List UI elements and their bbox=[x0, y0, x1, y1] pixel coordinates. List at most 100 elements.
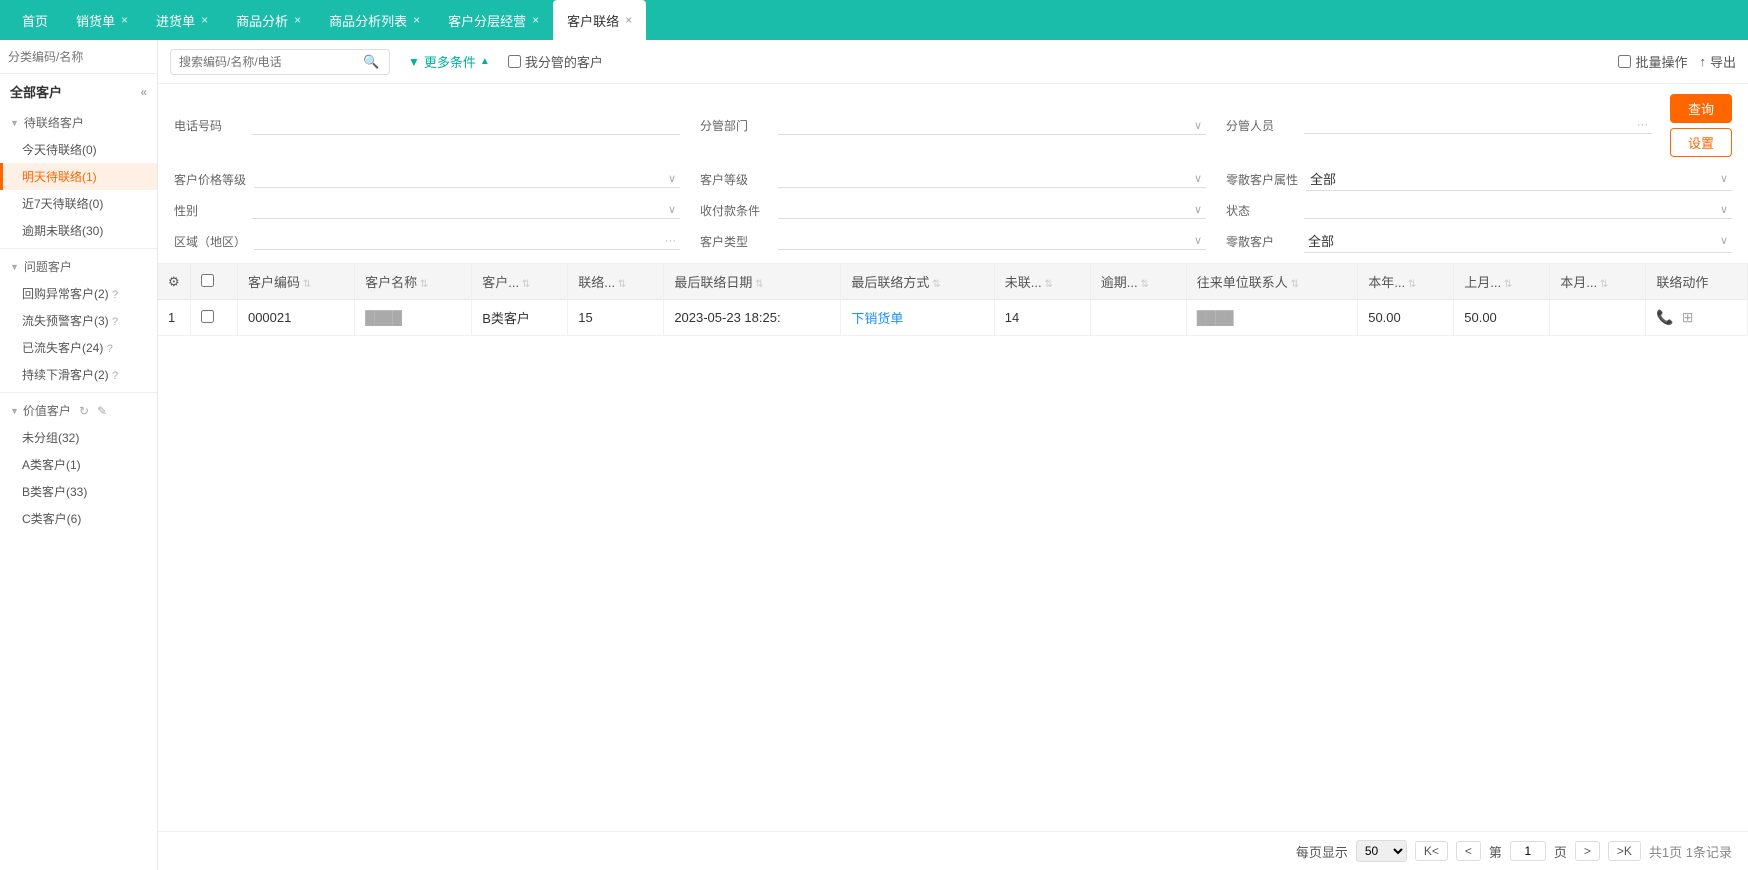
search-box[interactable]: 🔍 bbox=[170, 49, 390, 75]
cell-checkbox[interactable] bbox=[190, 300, 237, 336]
row-checkbox[interactable] bbox=[201, 310, 214, 323]
region-dots-icon[interactable]: ··· bbox=[665, 235, 676, 247]
sidebar-item-repurchase-anomaly[interactable]: 回购异常客户(2) ? bbox=[0, 280, 157, 307]
customer-level-label: 客户等级 bbox=[700, 171, 770, 188]
sidebar-divider-1 bbox=[0, 248, 157, 249]
th-customer-code[interactable]: 客户编码 bbox=[237, 264, 354, 300]
th-uncontacted[interactable]: 未联... bbox=[994, 264, 1090, 300]
cell-index: 1 bbox=[158, 300, 190, 336]
batch-operation-btn[interactable]: 批量操作 bbox=[1618, 52, 1687, 71]
th-customer-name[interactable]: 客户名称 bbox=[355, 264, 472, 300]
sidebar-item-ungrouped[interactable]: 未分组(32) bbox=[0, 424, 157, 451]
retail-customer-label: 零散客户 bbox=[1226, 233, 1296, 250]
person-dots-icon[interactable]: ··· bbox=[1637, 119, 1648, 131]
sidebar-item-a-class[interactable]: A类客户(1) bbox=[0, 451, 157, 478]
cell-unit-contact: ████ bbox=[1186, 300, 1357, 336]
export-icon: ↑ bbox=[1699, 54, 1706, 69]
search-icon[interactable]: 🔍 bbox=[363, 54, 379, 70]
edit-icon[interactable]: ✎ bbox=[97, 404, 107, 418]
nav-purchase-order[interactable]: 进货单 × bbox=[142, 0, 222, 40]
gender-select[interactable]: ∨ bbox=[252, 201, 680, 219]
close-customer-segmentation-icon[interactable]: × bbox=[532, 13, 539, 27]
close-product-analysis-list-icon[interactable]: × bbox=[413, 13, 420, 27]
retail-customer-select[interactable]: 全部 ∨ bbox=[1304, 229, 1732, 253]
sidebar-item-declining[interactable]: 持续下滑客户(2) ? bbox=[0, 361, 157, 388]
th-customer-type[interactable]: 客户... bbox=[472, 264, 568, 300]
cell-last-date: 2023-05-23 18:25: bbox=[664, 300, 841, 336]
th-gear[interactable]: ⚙ bbox=[158, 264, 190, 300]
close-purchase-order-icon[interactable]: × bbox=[201, 13, 208, 27]
sidebar-all-customers[interactable]: 全部客户 « bbox=[0, 74, 157, 109]
sidebar-section-problem[interactable]: 问题客户 bbox=[0, 253, 157, 280]
sidebar-item-churned[interactable]: 已流失客户(24) ? bbox=[0, 334, 157, 361]
th-checkbox[interactable] bbox=[190, 264, 237, 300]
my-customers-checkbox[interactable]: 我分管的客户 bbox=[508, 52, 603, 71]
action-phone-icon[interactable]: 📞 bbox=[1656, 309, 1673, 326]
export-btn[interactable]: ↑ 导出 bbox=[1699, 52, 1736, 71]
dept-select[interactable]: ∨ bbox=[778, 117, 1206, 135]
retail-attr-select[interactable]: 全部 ∨ bbox=[1306, 167, 1732, 191]
batch-check[interactable] bbox=[1618, 55, 1631, 68]
sidebar-section-value[interactable]: 价值客户 ↻ ✎ bbox=[0, 397, 157, 424]
next-page-btn[interactable]: > bbox=[1575, 841, 1600, 861]
last-method-link[interactable]: 下销货单 bbox=[851, 311, 903, 326]
th-last-month[interactable]: 上月... bbox=[1454, 264, 1550, 300]
status-select[interactable]: ∨ bbox=[1304, 201, 1732, 219]
my-customers-check-input[interactable] bbox=[508, 55, 521, 68]
filter-person-row: 分管人员 ··· 查询 设置 bbox=[1226, 94, 1732, 157]
sidebar-search-input[interactable] bbox=[8, 50, 158, 64]
close-sales-order-icon[interactable]: × bbox=[121, 13, 128, 27]
th-overdue[interactable]: 逾期... bbox=[1090, 264, 1186, 300]
per-page-select[interactable]: 50 100 200 bbox=[1356, 840, 1407, 862]
price-level-select[interactable]: ∨ bbox=[254, 170, 680, 188]
page-input[interactable] bbox=[1510, 841, 1546, 861]
close-product-analysis-icon[interactable]: × bbox=[294, 13, 301, 27]
th-last-contact-method[interactable]: 最后联络方式 bbox=[841, 264, 994, 300]
nav-product-analysis-list[interactable]: 商品分析列表 × bbox=[315, 0, 434, 40]
customer-type-select[interactable]: ∨ bbox=[778, 232, 1206, 250]
prev-page-btn[interactable]: < bbox=[1456, 841, 1481, 861]
th-unit-contact[interactable]: 往来单位联系人 bbox=[1186, 264, 1357, 300]
filter-right-actions: 批量操作 ↑ 导出 bbox=[1618, 52, 1736, 71]
th-last-contact-date[interactable]: 最后联络日期 bbox=[664, 264, 841, 300]
sidebar-item-c-class[interactable]: C类客户(6) bbox=[0, 505, 157, 532]
nav-home[interactable]: 首页 bbox=[8, 0, 62, 40]
th-this-year[interactable]: 本年... bbox=[1358, 264, 1454, 300]
data-table-area: ⚙ 客户编码 客户名称 客户... 联络... 最后联络日期 最后联络方式 未联… bbox=[158, 264, 1748, 831]
customer-level-select[interactable]: ∨ bbox=[778, 170, 1206, 188]
cell-code: 000021 bbox=[237, 300, 354, 336]
per-page-label: 每页显示 bbox=[1296, 842, 1348, 861]
sidebar-item-tomorrow-contact[interactable]: 明天待联络(1) bbox=[0, 163, 157, 190]
select-all-checkbox[interactable] bbox=[201, 274, 214, 287]
search-input[interactable] bbox=[179, 55, 359, 69]
th-contact-count[interactable]: 联络... bbox=[568, 264, 664, 300]
phone-input[interactable] bbox=[252, 116, 680, 135]
filter-bar: 🔍 ▼ 更多条件 ▲ 我分管的客户 批量操作 ↑ 导出 bbox=[158, 40, 1748, 84]
filter-retail-customer-row: 零散客户 全部 ∨ bbox=[1226, 229, 1732, 253]
gender-label: 性别 bbox=[174, 202, 244, 219]
nav-product-analysis[interactable]: 商品分析 × bbox=[222, 0, 315, 40]
sidebar-section-pending[interactable]: 待联络客户 bbox=[0, 109, 157, 136]
action-qr-icon[interactable]: ⊞ bbox=[1682, 309, 1694, 326]
payment-select[interactable]: ∨ bbox=[778, 201, 1206, 219]
sidebar-item-churn-warning[interactable]: 流失预警客户(3) ? bbox=[0, 307, 157, 334]
person-field[interactable]: ··· bbox=[1304, 117, 1652, 134]
last-page-btn[interactable]: >K bbox=[1608, 841, 1641, 861]
query-btn[interactable]: 查询 bbox=[1670, 94, 1732, 123]
close-customer-contact-icon[interactable]: × bbox=[625, 13, 632, 27]
cell-last-method[interactable]: 下销货单 bbox=[841, 300, 994, 336]
nav-customer-contact[interactable]: 客户联络 × bbox=[553, 0, 646, 40]
filter-price-level-row: 客户价格等级 ∨ bbox=[174, 167, 680, 191]
sidebar-item-today-contact[interactable]: 今天待联络(0) bbox=[0, 136, 157, 163]
first-page-btn[interactable]: K< bbox=[1415, 841, 1448, 861]
reset-btn[interactable]: 设置 bbox=[1670, 128, 1732, 157]
th-this-month[interactable]: 本月... bbox=[1550, 264, 1646, 300]
nav-sales-order[interactable]: 销货单 × bbox=[62, 0, 142, 40]
more-conditions-btn[interactable]: ▼ 更多条件 ▲ bbox=[400, 48, 498, 75]
region-field[interactable]: ··· bbox=[254, 233, 680, 250]
refresh-icon[interactable]: ↻ bbox=[79, 404, 89, 418]
sidebar-item-b-class[interactable]: B类客户(33) bbox=[0, 478, 157, 505]
sidebar-item-7days-contact[interactable]: 近7天待联络(0) bbox=[0, 190, 157, 217]
nav-customer-segmentation[interactable]: 客户分层经营 × bbox=[434, 0, 553, 40]
sidebar-item-overdue-contact[interactable]: 逾期未联络(30) bbox=[0, 217, 157, 244]
